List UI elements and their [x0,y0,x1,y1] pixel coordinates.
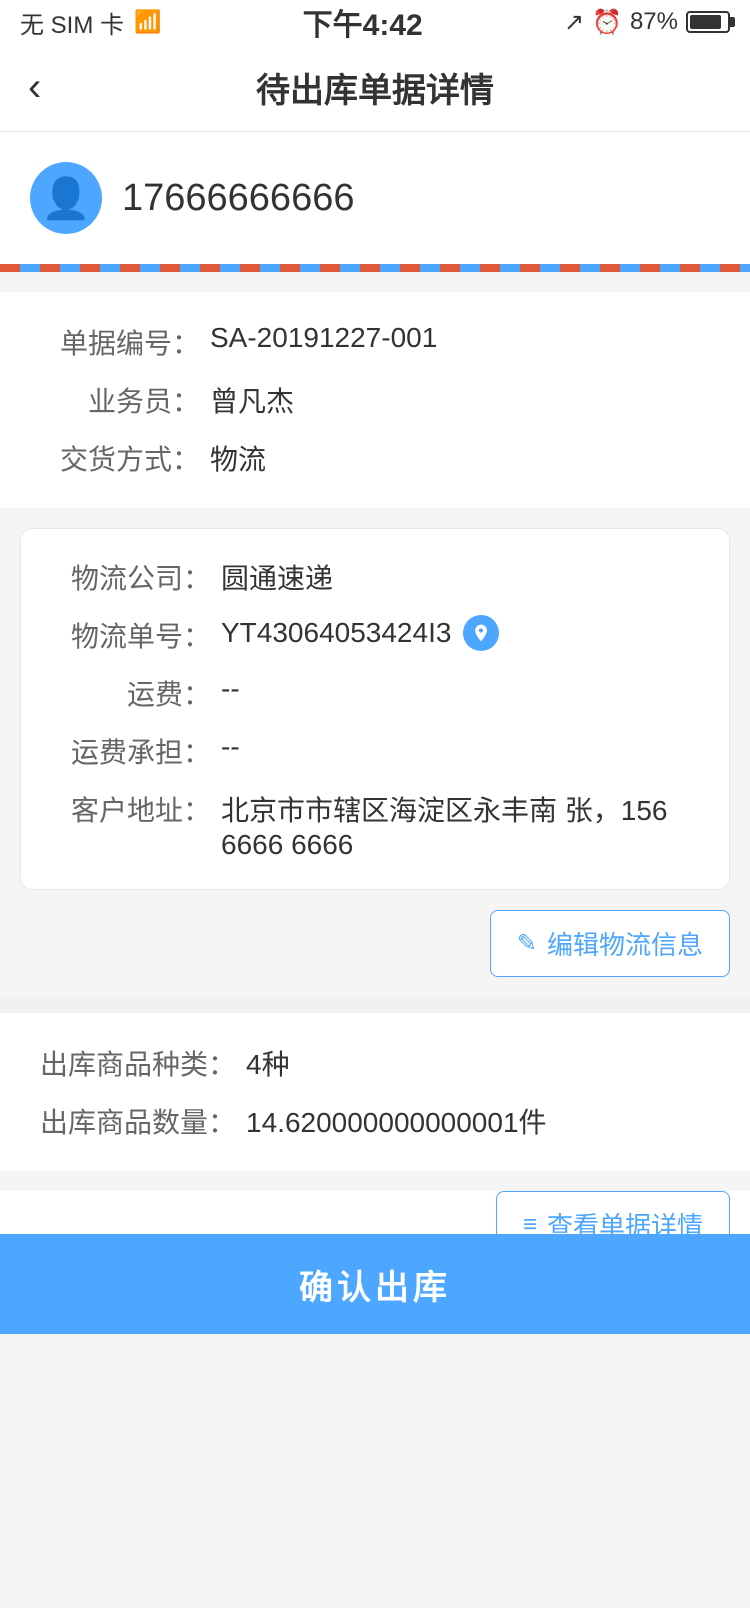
order-number-value: SA-20191227-001 [210,322,710,354]
confirm-bar[interactable]: 确认出库 [0,1234,750,1334]
logistics-company-row: 物流公司： 圆通速递 [51,557,699,597]
avatar: 👤 [30,162,102,234]
battery-icon [686,11,730,33]
page-title: 待出库单据详情 [256,63,494,112]
content: 👤 17666666666 单据编号： SA-20191227-001 业务员：… [0,132,750,1608]
nav-bar: ‹ 待出库单据详情 [0,44,750,132]
product-type-label: 出库商品种类： [40,1043,236,1083]
status-bar: 无 SIM 卡 📶 下午4:42 ↗ ⏰ 87% [0,0,750,44]
edit-icon: ✎ [517,929,537,958]
summary-section: 出库商品种类： 4种 出库商品数量： 14.620000000000001件 [0,1013,750,1171]
staff-row: 业务员： 曾凡杰 [40,380,710,420]
status-left: 无 SIM 卡 📶 [20,5,161,40]
product-type-value: 4种 [246,1043,710,1083]
user-icon: 👤 [41,175,91,222]
order-number-label: 单据编号： [40,322,200,362]
wifi-icon: 📶 [134,9,161,35]
gps-icon: ↗ [564,8,584,37]
logistics-tracking-value: YT43064053424I3 [221,615,699,651]
delivery-value: 物流 [210,438,710,478]
logistics-freightbear-row: 运费承担： -- [51,731,699,771]
status-time: 下午4:42 [303,0,423,44]
confirm-button-label: 确认出库 [299,1260,451,1309]
logistics-address-label: 客户地址： [51,789,211,829]
logistics-freight-value: -- [221,673,699,705]
product-quantity-row: 出库商品数量： 14.620000000000001件 [40,1101,710,1141]
delivery-row: 交货方式： 物流 [40,438,710,478]
logistics-card: 物流公司： 圆通速递 物流单号： YT43064053424I3 运费： -- … [20,528,730,890]
logistics-tracking-row: 物流单号： YT43064053424I3 [51,615,699,655]
edit-button-label: 编辑物流信息 [547,925,703,962]
battery-fill [690,15,721,29]
edit-logistics-button[interactable]: ✎ 编辑物流信息 [490,910,730,977]
carrier-text: 无 SIM 卡 [20,5,124,40]
user-phone: 17666666666 [122,177,354,220]
order-number-row: 单据编号： SA-20191227-001 [40,322,710,362]
section-divider [0,997,750,1013]
battery-percent: 87% [630,8,678,36]
logistics-company-value: 圆通速递 [221,557,699,597]
location-button[interactable] [463,615,499,651]
logistics-tracking-label: 物流单号： [51,615,211,655]
user-card: 👤 17666666666 [0,132,750,264]
product-quantity-value: 14.620000000000001件 [246,1101,710,1141]
logistics-address-row: 客户地址： 北京市市辖区海淀区永丰南 张，156 6666 6666 [51,789,699,861]
status-right: ↗ ⏰ 87% [564,8,730,37]
logistics-freightbear-label: 运费承担： [51,731,211,771]
staff-label: 业务员： [40,380,200,420]
logistics-freight-label: 运费： [51,673,211,713]
back-button[interactable]: ‹ [28,65,41,110]
alarm-icon: ⏰ [592,8,622,37]
logistics-freightbear-value: -- [221,731,699,763]
product-type-row: 出库商品种类： 4种 [40,1043,710,1083]
map-pin-icon [471,623,491,643]
delivery-label: 交货方式： [40,438,200,478]
edit-btn-row: ✎ 编辑物流信息 [0,910,750,997]
dashed-divider [0,264,750,272]
order-info-section: 单据编号： SA-20191227-001 业务员： 曾凡杰 交货方式： 物流 [0,292,750,508]
logistics-company-label: 物流公司： [51,557,211,597]
product-quantity-label: 出库商品数量： [40,1101,236,1141]
staff-value: 曾凡杰 [210,380,710,420]
logistics-address-value: 北京市市辖区海淀区永丰南 张，156 6666 6666 [221,789,699,861]
logistics-freight-row: 运费： -- [51,673,699,713]
